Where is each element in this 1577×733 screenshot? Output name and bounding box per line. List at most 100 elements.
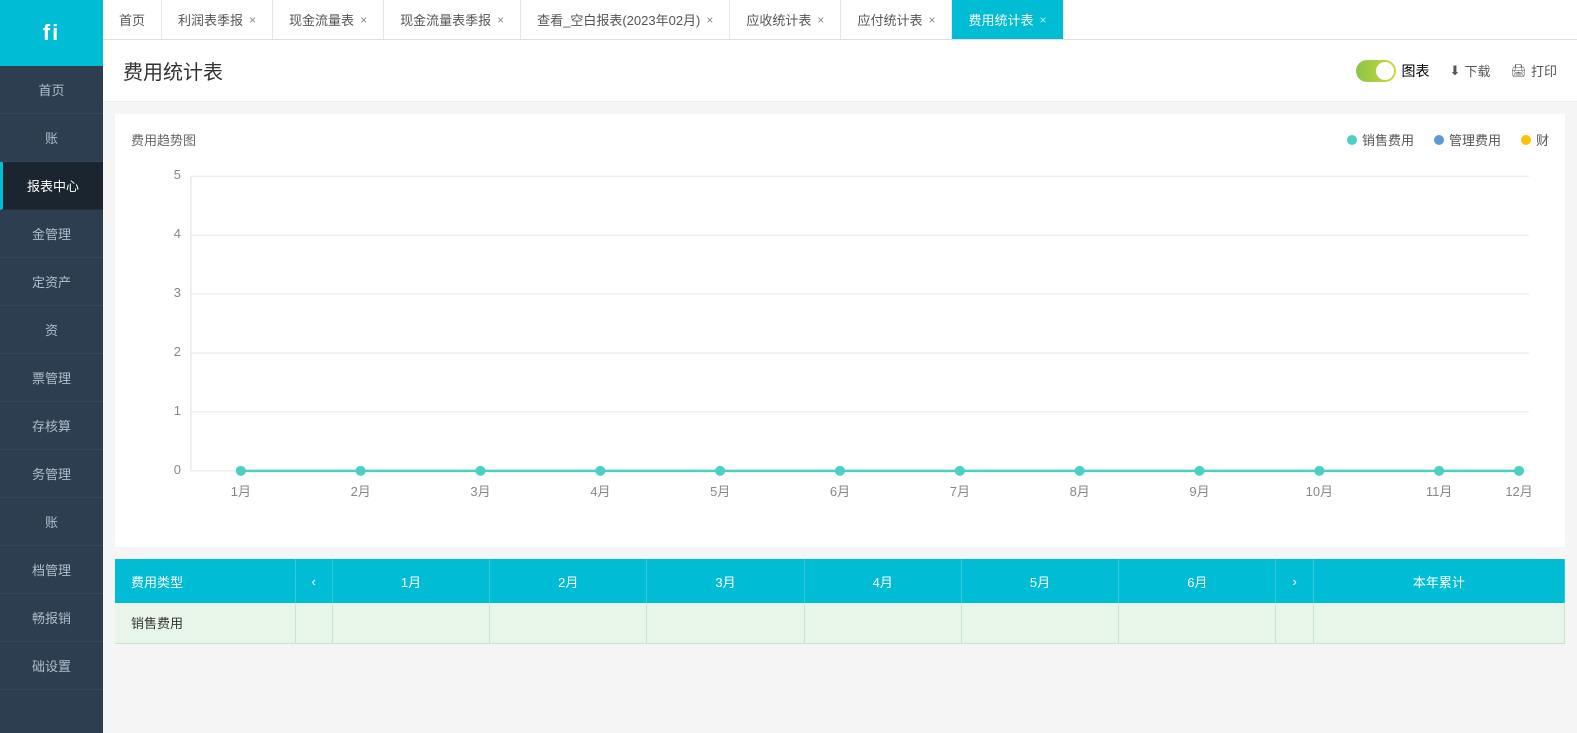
tab-profit-quarterly[interactable]: 利润表季报 ×	[162, 0, 273, 40]
sidebar-item-report-center[interactable]: 报表中心	[0, 162, 103, 210]
col-month-5: 5月	[961, 559, 1118, 603]
sidebar-nav: 首页 账 报表中心 金管理 定资产 资 票管理 存核算 务管理 账 档管理 畅报…	[0, 66, 103, 733]
legend-label-finance: 财	[1536, 130, 1549, 149]
sidebar-item-receivable[interactable]: 账	[0, 498, 103, 546]
row-val-2	[490, 603, 647, 643]
svg-text:1: 1	[174, 403, 181, 418]
page-content: 费用统计表 图表 ⬇ 下载 🖨 打印 费用趋势图	[103, 40, 1577, 733]
legend-dot-sales	[1347, 135, 1357, 145]
print-icon: 🖨	[1510, 63, 1527, 79]
col-type: 费用类型	[115, 559, 295, 603]
sidebar-item-business-mgmt[interactable]: 务管理	[0, 450, 103, 498]
legend-label-sales: 销售费用	[1362, 130, 1414, 149]
sidebar-item-home[interactable]: 首页	[0, 66, 103, 114]
print-button[interactable]: 🖨 打印	[1510, 61, 1557, 80]
svg-text:8月: 8月	[1070, 484, 1090, 499]
row-val-6	[1119, 603, 1276, 643]
svg-text:5: 5	[174, 167, 181, 182]
table-section: 费用类型 ‹ 1月 2月 3月 4月 5月 6月 › 本年累计 销售费用	[115, 559, 1565, 644]
tab-cashflow-quarterly[interactable]: 现金流量表季报 ×	[384, 0, 521, 40]
sidebar-item-sales-return[interactable]: 畅报销	[0, 594, 103, 642]
svg-text:9月: 9月	[1189, 484, 1209, 499]
sidebar: fi 首页 账 报表中心 金管理 定资产 资 票管理 存核算 务管理 账 档管理…	[0, 0, 103, 733]
col-month-3: 3月	[647, 559, 804, 603]
legend-sales-expense: 销售费用	[1347, 130, 1414, 149]
legend-dot-finance	[1521, 135, 1531, 145]
col-month-4: 4月	[804, 559, 961, 603]
sidebar-item-ledger[interactable]: 账	[0, 114, 103, 162]
chart-toggle[interactable]	[1356, 60, 1396, 82]
app-logo: fi	[0, 0, 103, 66]
legend-finance-expense: 财	[1521, 130, 1549, 149]
sidebar-item-basic-settings[interactable]: 础设置	[0, 642, 103, 690]
svg-text:7月: 7月	[950, 484, 970, 499]
chart-section: 费用趋势图 销售费用 管理费用 财	[115, 114, 1565, 547]
legend-label-mgmt: 管理费用	[1449, 130, 1501, 149]
page-title: 费用统计表	[123, 56, 223, 85]
svg-text:1月: 1月	[231, 484, 251, 499]
table-header-row: 费用类型 ‹ 1月 2月 3月 4月 5月 6月 › 本年累计	[115, 559, 1565, 603]
tab-bar: 首页 利润表季报 × 现金流量表 × 现金流量表季报 × 查看_空白报表(202…	[103, 0, 1577, 40]
svg-text:4: 4	[174, 226, 181, 241]
row-spacer	[295, 603, 332, 643]
tab-expense-stats[interactable]: 费用统计表 ×	[952, 0, 1063, 40]
chart-container: 0 1 2 3 4 5 1月 2月 3月	[131, 161, 1549, 531]
tab-close-receivable-stats[interactable]: ×	[817, 13, 824, 27]
sidebar-item-salary[interactable]: 资	[0, 306, 103, 354]
col-month-2: 2月	[490, 559, 647, 603]
download-label: 下载	[1464, 61, 1490, 80]
table-row: 销售费用	[115, 603, 1565, 643]
download-icon: ⬇	[1450, 63, 1461, 79]
col-month-1: 1月	[332, 559, 489, 603]
tab-receivable-stats[interactable]: 应收统计表 ×	[730, 0, 841, 40]
tab-cashflow[interactable]: 现金流量表 ×	[273, 0, 384, 40]
chart-title: 费用趋势图	[131, 130, 196, 149]
sidebar-item-fixed-assets[interactable]: 定资产	[0, 258, 103, 306]
tab-close-payable-stats[interactable]: ×	[928, 13, 935, 27]
chart-legend: 销售费用 管理费用 财	[1347, 130, 1549, 149]
tab-close-profit-quarterly[interactable]: ×	[249, 13, 256, 27]
legend-mgmt-expense: 管理费用	[1434, 130, 1501, 149]
svg-text:5月: 5月	[710, 484, 730, 499]
svg-text:0: 0	[174, 462, 181, 477]
tab-close-cashflow[interactable]: ×	[360, 13, 367, 27]
sidebar-item-invoice-mgmt[interactable]: 票管理	[0, 354, 103, 402]
expense-table: 费用类型 ‹ 1月 2月 3月 4月 5月 6月 › 本年累计 销售费用	[115, 559, 1565, 644]
row-total	[1313, 603, 1564, 643]
svg-text:11月: 11月	[1426, 484, 1452, 499]
tab-payable-stats[interactable]: 应付统计表 ×	[841, 0, 952, 40]
row-val-5	[961, 603, 1118, 643]
row-val-1	[332, 603, 489, 643]
svg-text:12月: 12月	[1505, 484, 1532, 499]
header-actions: 图表 ⬇ 下载 🖨 打印	[1356, 60, 1557, 82]
svg-text:3月: 3月	[470, 484, 490, 499]
col-month-6: 6月	[1119, 559, 1276, 603]
tab-close-cashflow-quarterly[interactable]: ×	[497, 13, 504, 27]
tab-view-blank[interactable]: 查看_空白报表(2023年02月) ×	[521, 0, 730, 40]
svg-text:2: 2	[174, 344, 181, 359]
chart-svg: 0 1 2 3 4 5 1月 2月 3月	[131, 161, 1549, 531]
col-total: 本年累计	[1313, 559, 1564, 603]
col-prev-arrow[interactable]: ‹	[295, 559, 332, 603]
col-next-arrow[interactable]: ›	[1276, 559, 1313, 603]
chart-toggle-label: 图表	[1402, 61, 1430, 81]
row-val-3	[647, 603, 804, 643]
chart-toggle-wrap: 图表	[1356, 60, 1430, 82]
legend-dot-mgmt	[1434, 135, 1444, 145]
svg-text:2月: 2月	[351, 484, 371, 499]
download-button[interactable]: ⬇ 下载	[1450, 61, 1491, 80]
tab-close-expense-stats[interactable]: ×	[1039, 13, 1046, 27]
sidebar-item-fund-mgmt[interactable]: 金管理	[0, 210, 103, 258]
svg-text:4月: 4月	[590, 484, 610, 499]
sidebar-item-inventory[interactable]: 存核算	[0, 402, 103, 450]
row-type: 销售费用	[115, 603, 295, 643]
tab-home[interactable]: 首页	[103, 0, 162, 40]
svg-text:10月: 10月	[1306, 484, 1333, 499]
tab-close-view-blank[interactable]: ×	[706, 13, 713, 27]
row-spacer-2	[1276, 603, 1313, 643]
print-label: 打印	[1531, 61, 1557, 80]
svg-text:6月: 6月	[830, 484, 850, 499]
chart-section-header: 费用趋势图 销售费用 管理费用 财	[131, 130, 1549, 149]
row-val-4	[804, 603, 961, 643]
sidebar-item-archive-mgmt[interactable]: 档管理	[0, 546, 103, 594]
